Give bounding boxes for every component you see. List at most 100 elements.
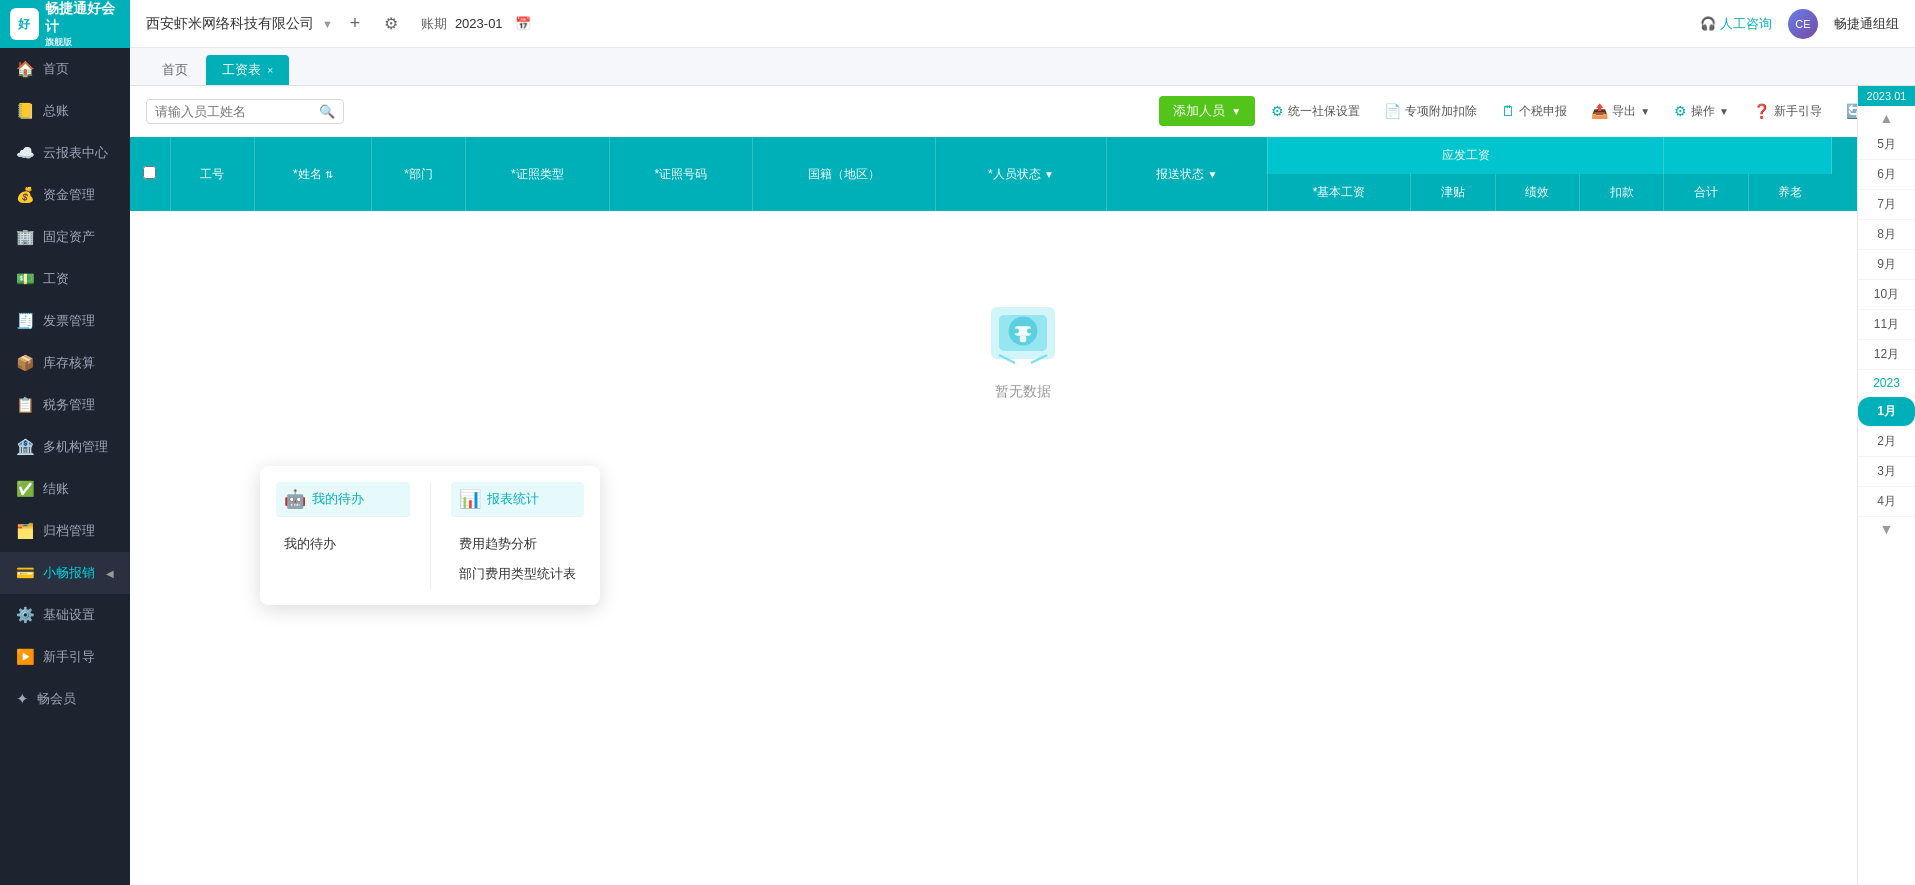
tax-icon: 📋 (16, 396, 35, 414)
operation-dropdown-arrow: ▼ (1719, 106, 1729, 117)
sidebar-item-cloud-report[interactable]: ☁️ 云报表中心 (0, 132, 130, 174)
sidebar-label-fund: 资金管理 (43, 186, 95, 204)
month-item-8[interactable]: 8月 (1858, 220, 1915, 250)
sidebar-item-guide[interactable]: ▶️ 新手引导 (0, 636, 130, 678)
th-performance: 绩效 (1495, 174, 1579, 211)
operation-btn[interactable]: ⚙ 操作 ▼ (1666, 98, 1737, 125)
sidebar-item-fixed-asset[interactable]: 🏢 固定资产 (0, 216, 130, 258)
special-deduct-label: 专项附加扣除 (1405, 103, 1477, 120)
tax-report-btn[interactable]: 🗒 个税申报 (1493, 98, 1575, 125)
th-extra-group (1664, 137, 1832, 174)
sidebar-item-salary[interactable]: 💵 工资 (0, 258, 130, 300)
month-item-7[interactable]: 7月 (1858, 190, 1915, 220)
app-name: 畅捷通好会计 (45, 0, 120, 36)
tab-salary-sheet[interactable]: 工资表 × (206, 55, 289, 85)
social-security-btn[interactable]: ⚙ 统一社保设置 (1263, 98, 1368, 125)
tab-home[interactable]: 首页 (146, 55, 204, 85)
social-security-icon: ⚙ (1271, 103, 1284, 119)
search-input[interactable] (155, 104, 315, 119)
new-guide-btn[interactable]: ❓ 新手引导 (1745, 98, 1830, 125)
export-btn[interactable]: 📤 导出 ▼ (1583, 98, 1658, 125)
tab-close-btn[interactable]: × (267, 64, 273, 76)
month-item-6[interactable]: 6月 (1858, 160, 1915, 190)
content-area: 🔍 添加人员 ▼ ⚙ 统一社保设置 📄 专项附加扣除 🗒 个税申报 (130, 86, 1915, 885)
sidebar-item-home[interactable]: 🏠 首页 (0, 48, 130, 90)
sidebar-label-settle: 结账 (43, 480, 69, 498)
sidebar-item-fund[interactable]: 💰 资金管理 (0, 174, 130, 216)
search-icon: 🔍 (319, 104, 335, 119)
popup-item-my-todo[interactable]: 我的待办 (276, 529, 410, 559)
popup-divider (430, 482, 431, 589)
sidebar-item-multi-org[interactable]: 🏦 多机构管理 (0, 426, 130, 468)
month-item-2[interactable]: 2月 (1858, 427, 1915, 457)
select-all-checkbox[interactable] (143, 166, 156, 179)
month-item-4[interactable]: 4月 (1858, 487, 1915, 517)
sidebar-item-settings[interactable]: ⚙️ 基础设置 (0, 594, 130, 636)
tabbar: 首页 工资表 × (130, 48, 1915, 86)
month-item-9[interactable]: 9月 (1858, 250, 1915, 280)
sidebar-item-archive[interactable]: 🗂️ 归档管理 (0, 510, 130, 552)
empty-icon (973, 291, 1073, 371)
th-cert-no: *证照号码 (609, 137, 752, 211)
svg-point-6 (1027, 329, 1032, 334)
month-nav-down[interactable]: ▼ (1858, 517, 1915, 541)
toolbar: 🔍 添加人员 ▼ ⚙ 统一社保设置 📄 专项附加扣除 🗒 个税申报 (130, 86, 1915, 137)
add-person-button[interactable]: 添加人员 ▼ (1159, 96, 1255, 126)
sidebar-item-inventory[interactable]: 📦 库存核算 (0, 342, 130, 384)
popup-overlay: 🤖 我的待办 我的待办 📊 报表统计 费用趋势分析 部门费用类型统计表 (260, 466, 600, 605)
sidebar-label-archive: 归档管理 (43, 522, 95, 540)
settings-btn[interactable]: ⚙ (377, 10, 405, 38)
popup-item-cost-trend[interactable]: 费用趋势分析 (451, 529, 585, 559)
settle-icon: ✅ (16, 480, 35, 498)
export-icon: 📤 (1591, 103, 1608, 119)
sidebar-label-settings: 基础设置 (43, 606, 95, 624)
month-item-12[interactable]: 12月 (1858, 340, 1915, 370)
svg-point-5 (1014, 329, 1019, 334)
sidebar-item-invoice[interactable]: 🧾 发票管理 (0, 300, 130, 342)
xiaochang-icon: 💳 (16, 564, 35, 582)
company-dropdown-arrow[interactable]: ▼ (322, 18, 333, 30)
tax-report-icon: 🗒 (1501, 103, 1515, 119)
month-item-5[interactable]: 5月 (1858, 130, 1915, 160)
sidebar-label-ledger: 总账 (43, 102, 69, 120)
headset-icon: 🎧 (1700, 16, 1716, 31)
th-name[interactable]: *姓名 ⇅ (254, 137, 371, 211)
th-report-status[interactable]: 报送状态 ▼ (1106, 137, 1267, 211)
cloud-icon: ☁️ (16, 144, 35, 162)
customer-service-btn[interactable]: 🎧 人工咨询 (1700, 15, 1772, 33)
period-value: 2023-01 (455, 16, 503, 31)
settings-icon: ⚙️ (16, 606, 35, 624)
month-item-1[interactable]: 1月 (1858, 397, 1915, 427)
logo-icon: 好 (10, 8, 39, 40)
app-logo: 好 畅捷通好会计 旗舰版 (0, 0, 130, 48)
th-checkbox[interactable] (130, 137, 170, 211)
th-emp-no: 工号 (170, 137, 254, 211)
sidebar-item-tax[interactable]: 📋 税务管理 (0, 384, 130, 426)
tab-home-label: 首页 (162, 61, 188, 79)
filter-report-icon: ▼ (1208, 169, 1218, 180)
guide-icon: ▶️ (16, 648, 35, 666)
sidebar-item-ledger[interactable]: 📒 总账 (0, 90, 130, 132)
month-item-3[interactable]: 3月 (1858, 457, 1915, 487)
sidebar-item-settle[interactable]: ✅ 结账 (0, 468, 130, 510)
ledger-icon: 📒 (16, 102, 35, 120)
month-nav-up[interactable]: ▲ (1858, 106, 1915, 130)
sidebar-item-xiaochang[interactable]: 💳 小畅报销 ◀ (0, 552, 130, 594)
th-pension: 养老 (1748, 174, 1831, 211)
month-item-10[interactable]: 10月 (1858, 280, 1915, 310)
special-deduct-btn[interactable]: 📄 专项附加扣除 (1376, 98, 1485, 125)
calendar-icon[interactable]: 📅 (515, 16, 531, 31)
sidebar-item-member[interactable]: ✦ 畅会员 (0, 678, 130, 720)
avatar: CE (1788, 9, 1818, 39)
month-item-11[interactable]: 11月 (1858, 310, 1915, 340)
th-person-status[interactable]: *人员状态 ▼ (936, 137, 1107, 211)
sidebar-label-inventory: 库存核算 (43, 354, 95, 372)
add-company-btn[interactable]: + (341, 10, 369, 38)
add-person-label: 添加人员 (1173, 102, 1225, 120)
popup-item-dept-cost[interactable]: 部门费用类型统计表 (451, 559, 585, 589)
empty-state: 暂无数据 (130, 211, 1915, 481)
th-deduction: 扣款 (1579, 174, 1663, 211)
member-icon: ✦ (16, 690, 29, 708)
period-label: 账期 (421, 15, 447, 33)
app-sub: 旗舰版 (45, 36, 120, 49)
